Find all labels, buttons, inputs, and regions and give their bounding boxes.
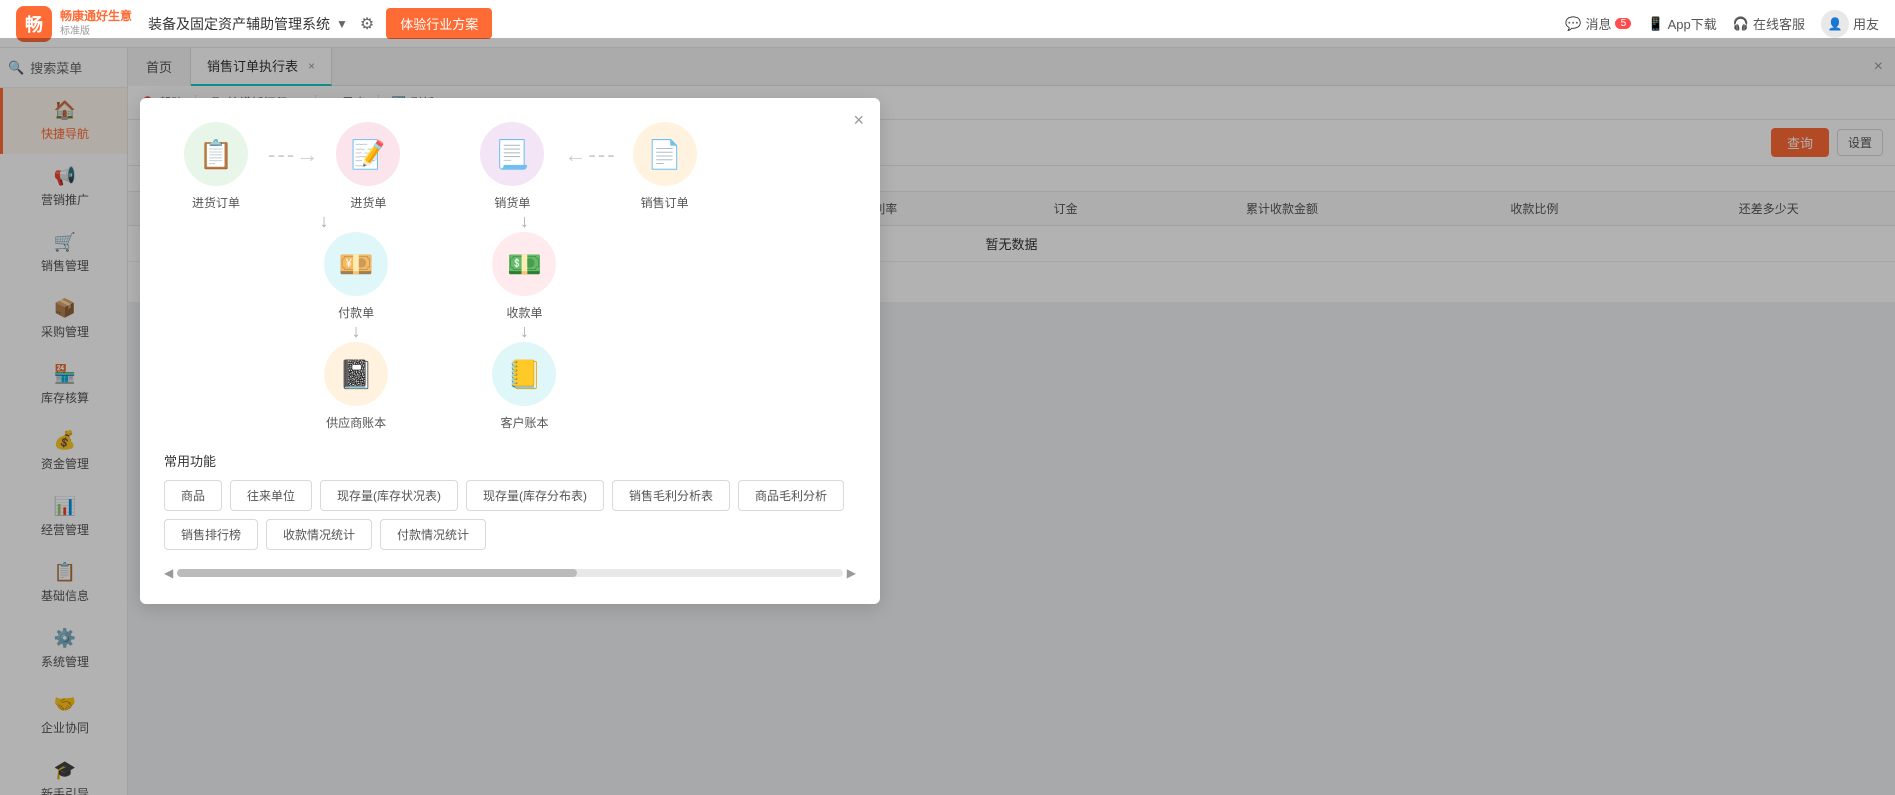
online-service-label: 在线客服 xyxy=(1753,14,1805,33)
flow-col-left: 📋 进货订单 - - - → 📝 进 xyxy=(164,122,420,431)
modal-scrollbar: ◀ ▶ xyxy=(164,566,856,580)
arrow-from-sales-order: ← - - - xyxy=(564,142,612,168)
flow-node-collection[interactable]: 💵 收款单 xyxy=(492,232,556,321)
payment-icon: 💴 xyxy=(339,248,374,281)
arrow-down-collection: ↓ xyxy=(520,211,529,232)
logo-icon: 畅 xyxy=(16,6,52,42)
sales-receipt-label: 销货单 xyxy=(494,194,530,211)
flow-row1: 📋 进货订单 - - - → 📝 进 xyxy=(164,122,420,211)
message-label: 消息 xyxy=(1585,14,1611,33)
content-area: 首页 销售订单执行表 × × ❓ 帮助 🖨 按模板打印 xyxy=(128,48,1895,795)
flow-row-supplier: 📓 供应商账本 xyxy=(304,342,408,431)
app-download-item[interactable]: 📱 App下载 xyxy=(1647,14,1716,33)
system-title-text: 装备及固定资产辅助管理系统 xyxy=(148,14,330,34)
purchase-receipt-label: 进货单 xyxy=(350,194,386,211)
flow-row-customer: 📒 客户账本 xyxy=(472,342,576,431)
arrow-down-payment: ↓ xyxy=(320,211,329,232)
func-buttons-row2: 销售排行榜 收款情况统计 付款情况统计 xyxy=(164,519,856,550)
sales-receipt-icon: 📃 xyxy=(495,138,530,171)
user-name: 用友 xyxy=(1853,14,1879,33)
customer-ledger-circle: 📒 xyxy=(492,342,556,406)
online-service-item[interactable]: 🎧 在线客服 xyxy=(1733,14,1805,33)
flow-node-purchase-order[interactable]: 📋 进货订单 xyxy=(184,122,248,211)
func-btn-inventory-dist[interactable]: 现存量(库存分布表) xyxy=(466,480,604,511)
scroll-left-arrow[interactable]: ◀ xyxy=(164,566,173,580)
main-area: 🔍 搜索菜单 🏠 快捷导航 📢 营销推广 🛒 销售管理 📦 采购管理 🏪 xyxy=(0,48,1895,795)
customer-ledger-icon: 📒 xyxy=(507,358,542,391)
logo-line1: 畅康通好生意 xyxy=(60,9,132,25)
flow-node-sales-receipt[interactable]: 📃 销货单 xyxy=(480,122,544,211)
app-download-icon: 📱 xyxy=(1647,16,1663,32)
purchase-order-circle: 📋 xyxy=(184,122,248,186)
collection-icon: 💵 xyxy=(507,248,542,281)
payment-label: 付款单 xyxy=(338,304,374,321)
common-functions: 常用功能 商品 往来单位 现存量(库存状况表) 现存量(库存分布表) 销售毛利分… xyxy=(164,451,856,550)
top-right: 💬 消息 5 📱 App下载 🎧 在线客服 👤 用友 xyxy=(1565,10,1879,38)
flow-row-sales1: 📃 销货单 ← - - - 📄 销售 xyxy=(460,122,716,211)
purchase-order-label: 进货订单 xyxy=(192,194,240,211)
flow-row-payment: 💴 付款单 xyxy=(304,232,408,321)
sales-order-label: 销售订单 xyxy=(641,194,689,211)
flow-node-customer-ledger[interactable]: 📒 客户账本 xyxy=(492,342,556,431)
purchase-receipt-icon: 📝 xyxy=(351,138,386,171)
message-icon: 💬 xyxy=(1565,16,1581,32)
func-btn-receipt-stats[interactable]: 收款情况统计 xyxy=(266,519,372,550)
purchase-order-icon: 📋 xyxy=(199,138,234,171)
scrollbar-thumb xyxy=(177,569,576,577)
flow-diagram: 📋 进货订单 - - - → 📝 进 xyxy=(164,122,856,431)
func-btn-sales-profit[interactable]: 销售毛利分析表 xyxy=(612,480,730,511)
collection-circle: 💵 xyxy=(492,232,556,296)
logo-area: 畅 畅康通好生意 标准版 xyxy=(16,6,136,42)
app-download-label: App下载 xyxy=(1668,14,1717,33)
func-btn-product-profit[interactable]: 商品毛利分析 xyxy=(738,480,844,511)
arrow-down-customer: ↓ xyxy=(520,321,529,342)
collection-label: 收款单 xyxy=(506,304,542,321)
sales-order-circle: 📄 xyxy=(633,122,697,186)
modal-box: × 📋 进货订单 xyxy=(140,98,880,604)
payment-circle: 💴 xyxy=(324,232,388,296)
func-btn-sales-ranking[interactable]: 销售排行榜 xyxy=(164,519,258,550)
experience-button[interactable]: 体验行业方案 xyxy=(386,8,492,39)
user-avatar: 👤 xyxy=(1821,10,1849,38)
arrow-down-supplier: ↓ xyxy=(352,321,361,342)
logo-text: 畅康通好生意 标准版 xyxy=(60,9,132,38)
flow-node-sales-order[interactable]: 📄 销售订单 xyxy=(633,122,697,211)
modal-close-button[interactable]: × xyxy=(853,110,864,131)
sales-order-icon: 📄 xyxy=(647,138,682,171)
flow-node-payment[interactable]: 💴 付款单 xyxy=(324,232,388,321)
app-container: 畅 畅康通好生意 标准版 装备及固定资产辅助管理系统 ▼ ⚙ 体验行业方案 💬 … xyxy=(0,0,1895,795)
user-item[interactable]: 👤 用友 xyxy=(1821,10,1879,38)
flow-col-right: 📃 销货单 ← - - - 📄 销售 xyxy=(460,122,716,431)
func-buttons-row1: 商品 往来单位 现存量(库存状况表) 现存量(库存分布表) 销售毛利分析表 商品… xyxy=(164,480,856,511)
scroll-right-arrow[interactable]: ▶ xyxy=(847,566,856,580)
purchase-receipt-circle: 📝 xyxy=(336,122,400,186)
arrow-to-purchase: - - - → xyxy=(268,142,316,168)
system-dropdown-btn[interactable]: ▼ xyxy=(336,17,348,31)
system-title: 装备及固定资产辅助管理系统 ▼ xyxy=(148,14,348,34)
supplier-ledger-circle: 📓 xyxy=(324,342,388,406)
online-service-icon: 🎧 xyxy=(1733,16,1749,32)
func-btn-trading-partner[interactable]: 往来单位 xyxy=(230,480,312,511)
flow-node-supplier-ledger[interactable]: 📓 供应商账本 xyxy=(324,342,388,431)
message-item[interactable]: 💬 消息 5 xyxy=(1565,14,1631,33)
sales-receipt-circle: 📃 xyxy=(480,122,544,186)
modal-overlay[interactable]: × 📋 进货订单 xyxy=(128,48,1895,795)
func-btn-payment-stats[interactable]: 付款情况统计 xyxy=(380,519,486,550)
logo-line2: 标准版 xyxy=(60,25,132,38)
scrollbar-track[interactable] xyxy=(177,569,843,577)
supplier-ledger-label: 供应商账本 xyxy=(326,414,386,431)
supplier-ledger-icon: 📓 xyxy=(339,358,374,391)
customer-ledger-label: 客户账本 xyxy=(500,414,548,431)
settings-button[interactable]: ⚙ xyxy=(360,14,374,34)
func-btn-inventory-status[interactable]: 现存量(库存状况表) xyxy=(320,480,458,511)
flow-node-purchase-receipt[interactable]: 📝 进货单 xyxy=(336,122,400,211)
flow-row-collection: 💵 收款单 xyxy=(472,232,576,321)
common-functions-title: 常用功能 xyxy=(164,451,856,470)
func-btn-product[interactable]: 商品 xyxy=(164,480,222,511)
message-badge: 5 xyxy=(1615,18,1631,29)
